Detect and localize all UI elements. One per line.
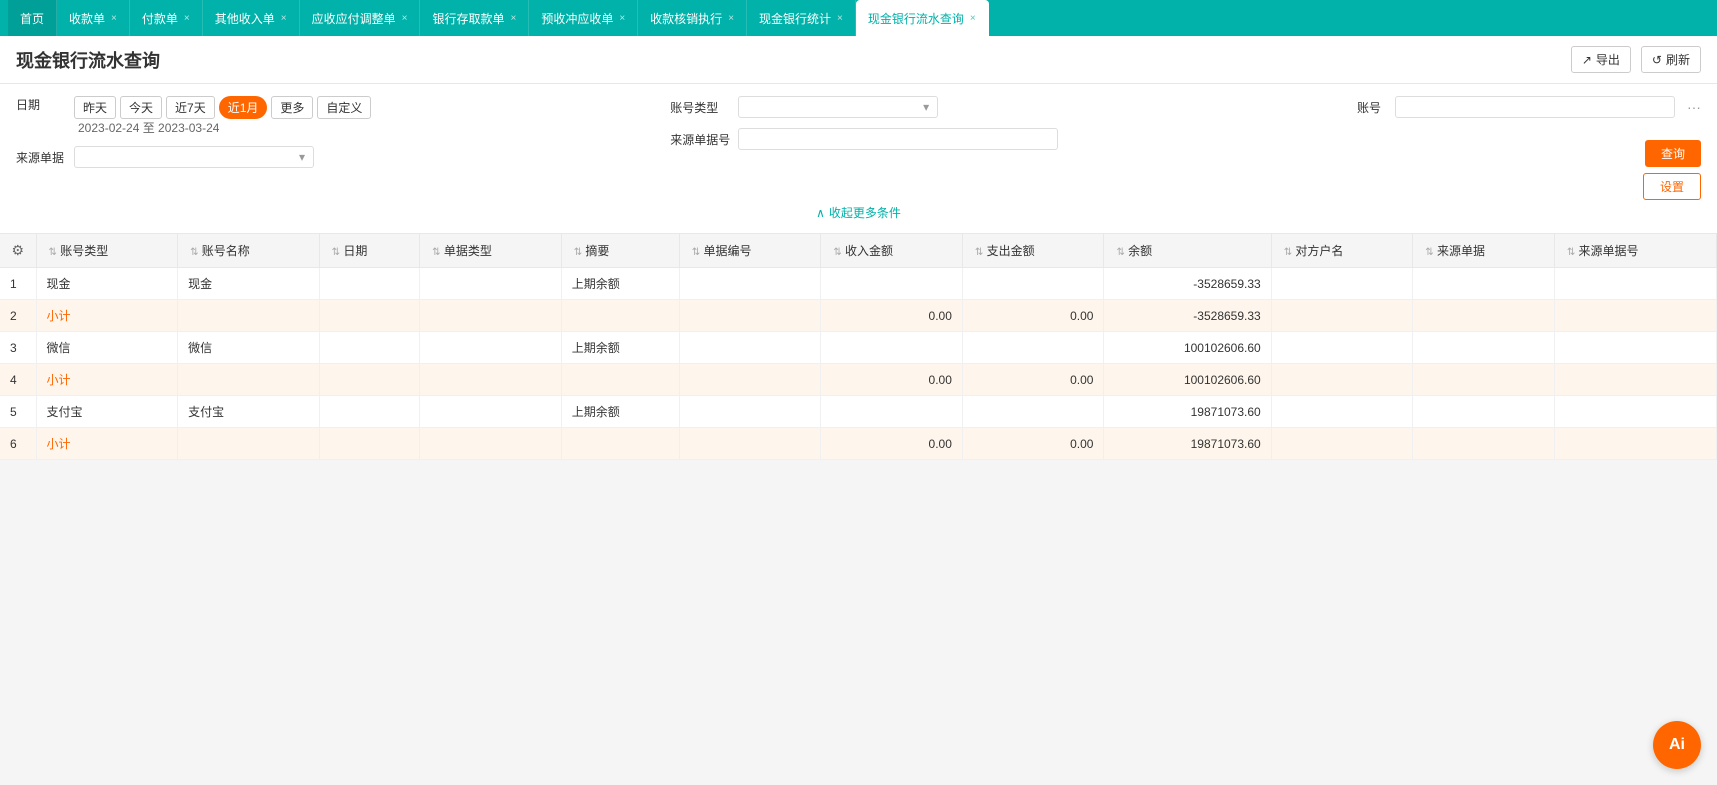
source-doc-label: 来源单据 [16,149,66,166]
close-icon[interactable]: × [728,13,734,24]
col-date[interactable]: ⇅ 日期 [319,234,420,268]
account-label: 账号 [1357,99,1387,116]
nav-label: 付款单 [142,10,178,27]
settings-button[interactable]: 设置 [1643,173,1701,200]
account-input[interactable] [1395,96,1675,118]
close-icon[interactable]: × [970,13,976,24]
col-summary[interactable]: ⇅ 摘要 [561,234,679,268]
close-icon[interactable]: × [281,13,287,24]
nav-home-label: 首页 [20,10,44,27]
col-doc-no[interactable]: ⇅ 单据编号 [679,234,821,268]
page-title: 现金银行流水查询 [16,47,160,73]
close-icon[interactable]: × [111,13,117,24]
nav-item-cashflow[interactable]: 现金银行流水查询 × [856,0,989,36]
chevron-up-icon: ∧ [816,206,825,220]
account-type-label: 账号类型 [670,99,730,116]
nav-label: 预收冲应收单 [541,10,613,27]
ai-label: Ai [1669,736,1685,754]
filter-area: 日期 昨天 今天 近7天 近1月 更多 自定义 2023-02-24 至 202… [0,84,1717,234]
table-container: ⚙ ⇅ 账号类型 ⇅ 账号名称 ⇅ 日期 ⇅ 单据类型 ⇅ 摘要 [0,234,1717,460]
close-icon[interactable]: × [402,13,408,24]
source-doc-select[interactable]: ▾ [74,146,314,168]
data-table: ⚙ ⇅ 账号类型 ⇅ 账号名称 ⇅ 日期 ⇅ 单据类型 ⇅ 摘要 [0,234,1717,460]
top-nav: 首页 收款单 × 付款单 × 其他收入单 × 应收应付调整单 × 银行存取款单 … [0,0,1717,36]
col-expense[interactable]: ⇅ 支出金额 [962,234,1104,268]
nav-item-other-income[interactable]: 其他收入单 × [203,0,300,36]
nav-item-adjustment[interactable]: 应收应付调整单 × [300,0,421,36]
account-type-select[interactable]: ▾ [738,96,938,118]
nav-item-shoukuan[interactable]: 收款单 × [57,0,130,36]
date-btn-custom[interactable]: 自定义 [317,96,371,119]
close-icon[interactable]: × [619,13,625,24]
collapse-label: 收起更多条件 [829,204,901,221]
refresh-button[interactable]: ↺ 刷新 [1641,46,1701,73]
date-btn-7days[interactable]: 近7天 [166,96,215,119]
close-icon[interactable]: × [510,13,516,24]
more-options-icon[interactable]: ··· [1687,99,1701,115]
col-balance[interactable]: ⇅ 余额 [1104,234,1271,268]
nav-label: 应收应付调整单 [312,10,396,27]
col-doc-type[interactable]: ⇅ 单据类型 [420,234,562,268]
chevron-down-icon: ▾ [923,100,929,114]
query-button[interactable]: 查询 [1645,140,1701,167]
export-button[interactable]: ↗ 导出 [1571,46,1631,73]
table-row: 4小计0.000.00100102606.60 [0,364,1717,396]
nav-label: 现金银行流水查询 [868,10,964,27]
col-settings[interactable]: ⚙ [0,234,36,268]
col-sort-icon: ⇅ [833,247,841,258]
date-btn-today[interactable]: 今天 [120,96,162,119]
gear-icon[interactable]: ⚙ [11,242,24,258]
nav-home[interactable]: 首页 [8,0,57,36]
table-row: 2小计0.000.00-3528659.33 [0,300,1717,332]
refresh-icon: ↺ [1652,53,1662,67]
nav-item-bank-deposit[interactable]: 银行存取款单 × [420,0,529,36]
close-icon[interactable]: × [837,13,843,24]
col-sort-icon: ⇅ [190,247,198,258]
close-icon[interactable]: × [184,13,190,24]
refresh-label: 刷新 [1666,51,1690,68]
table-row: 5支付宝支付宝上期余额19871073.60 [0,396,1717,428]
table-row: 6小计0.000.0019871073.60 [0,428,1717,460]
source-doc-num-label: 来源单据号 [670,131,730,148]
nav-label: 收款单 [69,10,105,27]
col-sort-icon: ⇅ [332,247,340,258]
col-counterpart[interactable]: ⇅ 对方户名 [1271,234,1413,268]
col-sort-icon: ⇅ [1425,247,1433,258]
date-btn-yesterday[interactable]: 昨天 [74,96,116,119]
col-income[interactable]: ⇅ 收入金额 [821,234,963,268]
nav-item-fukuan[interactable]: 付款单 × [130,0,203,36]
col-sort-icon: ⇅ [975,247,983,258]
col-sort-icon: ⇅ [1284,247,1292,258]
col-sort-icon: ⇅ [432,247,440,258]
nav-label: 银行存取款单 [432,10,504,27]
nav-label: 现金银行统计 [759,10,831,27]
nav-item-statistics[interactable]: 现金银行统计 × [747,0,856,36]
export-icon: ↗ [1582,53,1592,67]
nav-label: 其他收入单 [215,10,275,27]
col-sort-icon: ⇅ [1116,247,1124,258]
chevron-down-icon: ▾ [299,150,305,164]
collapse-bar[interactable]: ∧ 收起更多条件 [16,200,1701,225]
nav-item-advance[interactable]: 预收冲应收单 × [529,0,638,36]
date-range: 2023-02-24 至 2023-03-24 [78,119,371,136]
col-source-doc-no[interactable]: ⇅ 来源单据号 [1554,234,1716,268]
table-row: 3微信微信上期余额100102606.60 [0,332,1717,364]
ai-button[interactable]: Ai [1653,721,1701,769]
col-sort-icon: ⇅ [692,247,700,258]
col-sort-icon: ⇅ [49,247,57,258]
export-label: 导出 [1596,51,1620,68]
source-doc-num-input[interactable] [738,128,1058,150]
table-row: 1现金现金上期余额-3528659.33 [0,268,1717,300]
date-btn-more[interactable]: 更多 [271,96,313,119]
date-btn-1month[interactable]: 近1月 [219,96,268,119]
col-sort-icon: ⇅ [574,247,582,258]
nav-item-verification[interactable]: 收款核销执行 × [638,0,747,36]
date-label: 日期 [16,96,66,113]
nav-label: 收款核销执行 [650,10,722,27]
col-sort-icon: ⇅ [1567,247,1575,258]
col-source-doc[interactable]: ⇅ 来源单据 [1413,234,1555,268]
col-account-type[interactable]: ⇅ 账号类型 [36,234,178,268]
col-account-name[interactable]: ⇅ 账号名称 [178,234,320,268]
